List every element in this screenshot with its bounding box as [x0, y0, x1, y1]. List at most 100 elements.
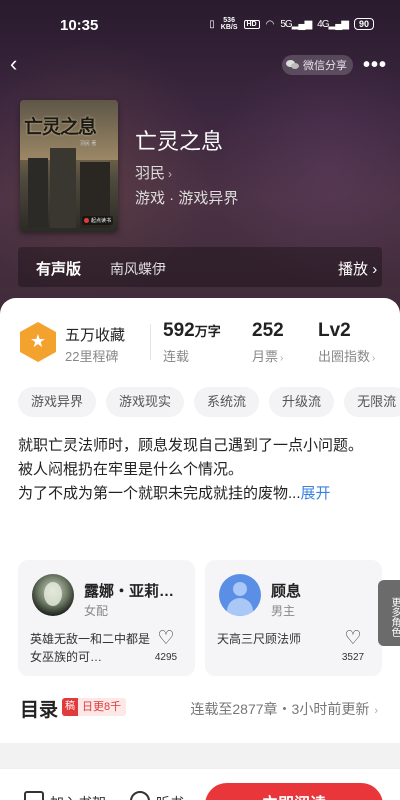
popularity-level: Lv2 [318, 320, 351, 341]
description-line: 被人闷棍扔在牢里是什么个情况。 [18, 461, 244, 478]
heart-icon: ♡ [157, 628, 175, 649]
listen-button[interactable]: 听书 [130, 791, 184, 800]
word-count-unit: 万字 [194, 324, 221, 339]
character-name: 顾息 [271, 583, 302, 600]
monthly-votes-label-row: 月票 › [252, 346, 284, 365]
signal-label-2: 4G [317, 18, 329, 30]
wechat-share-button[interactable]: 微信分享 [282, 55, 353, 75]
wechat-share-label: 微信分享 [303, 60, 347, 72]
cover-title: 亡灵之息 [24, 116, 97, 138]
avatar-head-shape [233, 582, 247, 596]
book-detail-sheet: ★ 五万收藏 22里程碑 592万字 连载 252 月票 › Lv2 出圈指数 › … [0, 298, 400, 743]
manuscript-icon: 稿 [62, 698, 78, 716]
medal-star-icon: ★ [20, 322, 56, 362]
description-line: 为了不成为第一个就职未完成就挂的废物... [18, 485, 301, 502]
like-count: 4295 [154, 652, 178, 663]
net-speed-unit: KB/S [220, 24, 238, 31]
popularity-label-row: 出圈指数 › [318, 346, 375, 365]
word-count: 592 [163, 320, 195, 341]
milestone-count[interactable]: 22里程碑 [65, 346, 118, 365]
audio-label: 有声版 [36, 261, 82, 278]
heart-icon: ♡ [344, 628, 362, 649]
character-name: 露娜・亚莉… [84, 583, 175, 600]
word-count-stat: 592万字 连载 [163, 320, 221, 365]
character-desc: 天高三尺顾法师 [217, 632, 302, 646]
update-info: 连载至2877章・3小时前更新 › [190, 699, 378, 719]
popularity-stat[interactable]: Lv2 出圈指数 › [318, 320, 375, 365]
back-chevron-icon[interactable]: ‹ [10, 52, 30, 76]
avatar-body-shape [227, 598, 253, 616]
tag-chip[interactable]: 升级流 [269, 387, 335, 417]
character-role: 男主 [271, 604, 296, 618]
serial-status: 连载 [163, 349, 190, 364]
avatar [219, 574, 261, 616]
book-title: 亡灵之息 [135, 129, 224, 154]
cover-author: 羽民 著 [80, 141, 97, 147]
monthly-votes: 252 [252, 320, 284, 341]
read-now-button[interactable]: 立即阅读 [205, 783, 383, 800]
status-time: 10:35 [60, 17, 99, 34]
daily-update-badge: 稿日更8千 [62, 698, 127, 716]
cover-ruin [28, 158, 48, 228]
more-roles-button[interactable]: 更多角色 [378, 580, 400, 646]
cover-publisher-badge: 起点读书 [82, 216, 114, 225]
book-cover[interactable]: 亡灵之息 羽民 著 起点读书 [20, 100, 118, 232]
description-line: 就职亡灵法师时，顾息发现自己遇到了一点小问题。 [18, 437, 364, 454]
wechat-icon [286, 59, 300, 71]
like-button[interactable]: ♡ 3527 [338, 628, 368, 663]
wifi-icon: ◠ [265, 18, 275, 30]
character-cards: 露娜・亚莉… 女配 英雄无敌一和二中都是女巫族的可… ♡ 4295 顾息 男主 … [18, 560, 400, 676]
expand-link[interactable]: 展开 [301, 485, 331, 502]
chevron-right-icon: › [372, 353, 376, 364]
collect-count: 五万收藏 [65, 327, 126, 344]
chevron-right-icon: › [280, 353, 284, 364]
character-desc: 英雄无敌一和二中都是女巫族的可… [30, 632, 151, 664]
character-card[interactable]: 露娜・亚莉… 女配 英雄无敌一和二中都是女巫族的可… ♡ 4295 [18, 560, 195, 676]
signal-icon-2: 4G▂▄▆ [317, 18, 349, 30]
avatar [32, 574, 74, 616]
tag-chip[interactable]: 游戏异界 [18, 387, 97, 417]
top-navigation: ‹ 微信分享 ••• [0, 50, 400, 80]
audio-narrator: 南风蝶伊 [110, 261, 166, 277]
chevron-right-icon: › [374, 705, 378, 717]
like-count: 3527 [341, 652, 365, 663]
star-icon: ★ [29, 331, 47, 351]
vibrate-icon: ▯ [209, 18, 215, 30]
net-speed: 536 KB/S [221, 17, 238, 31]
description-line-last: 为了不成为第一个就职未完成就挂的废物...展开 [18, 482, 384, 506]
status-icons: ▯ 536 KB/S HD ◠ 5G▂▄▆ 4G▂▄▆ 90 [209, 17, 374, 31]
add-to-shelf-button[interactable]: 加入书架 [24, 791, 106, 800]
chevron-right-icon: › [168, 167, 173, 181]
monthly-votes-label: 月票 [252, 349, 279, 364]
author-name: 羽民 [135, 165, 166, 182]
stats-row: ★ 五万收藏 22里程碑 592万字 连载 252 月票 › Lv2 出圈指数 › [0, 316, 400, 370]
stats-divider [150, 324, 151, 360]
tag-chip[interactable]: 无限流 [344, 387, 400, 417]
like-button[interactable]: ♡ 4295 [151, 628, 181, 663]
cover-ruin [50, 148, 76, 228]
book-description[interactable]: 就职亡灵法师时，顾息发现自己遇到了一点小问题。 被人闷棍扔在牢里是什么个情况。 … [18, 434, 384, 506]
catalog-row[interactable]: 目录 稿日更8千 连载至2877章・3小时前更新 › [0, 693, 400, 721]
more-dots-icon[interactable]: ••• [363, 55, 387, 75]
book-genre: 游戏 · 游戏异界 [135, 190, 239, 207]
daily-update-text: 日更8千 [82, 701, 122, 713]
net-speed-value: 536 [223, 17, 235, 24]
signal-label-1: 5G [280, 18, 292, 30]
character-card[interactable]: 顾息 男主 天高三尺顾法师 ♡ 3527 [205, 560, 382, 676]
play-button[interactable]: 播放 › [338, 258, 377, 279]
author-link[interactable]: 羽民 › [135, 162, 172, 183]
play-label: 播放 [338, 261, 369, 278]
audio-version-bar[interactable]: 有声版 南风蝶伊 播放 › [18, 247, 382, 287]
monthly-votes-stat[interactable]: 252 月票 › [252, 320, 284, 365]
battery-icon: 90 [353, 18, 374, 30]
tag-list: 游戏异界 游戏现实 系统流 升级流 无限流 [18, 387, 400, 417]
tag-chip[interactable]: 游戏现实 [106, 387, 185, 417]
chevron-right-icon: › [372, 261, 378, 278]
catalog-title: 目录 [20, 700, 59, 721]
update-info-text: 连载至2877章・3小时前更新 [190, 701, 370, 717]
bottom-action-bar: 加入书架 听书 立即阅读 [0, 768, 400, 800]
signal-icon: 5G▂▄▆ [280, 18, 312, 30]
character-role: 女配 [84, 604, 109, 618]
hd-badge: HD [243, 19, 260, 29]
tag-chip[interactable]: 系统流 [194, 387, 260, 417]
